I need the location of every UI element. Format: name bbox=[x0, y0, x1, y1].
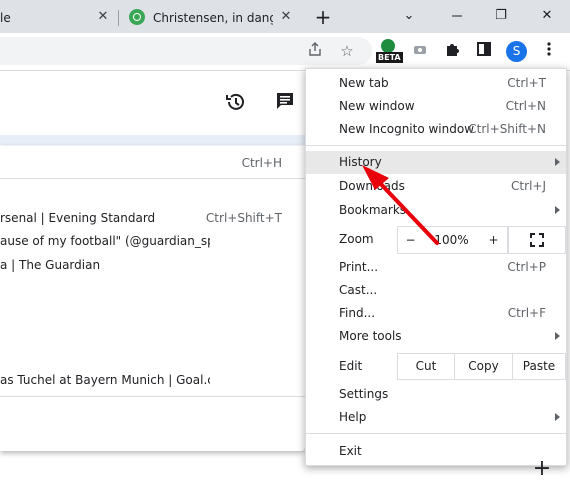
recent-tab-item[interactable]: a | The Guardian bbox=[0, 255, 305, 277]
tab[interactable]: le ✕ bbox=[0, 4, 118, 33]
history-full-item[interactable]: Ctrl+H bbox=[0, 153, 305, 175]
site-favicon-icon bbox=[129, 9, 145, 25]
add-button[interactable]: + bbox=[532, 458, 552, 480]
history-icon[interactable] bbox=[224, 91, 248, 115]
history-submenu: Ctrl+H rsenal | Evening Standard Ctrl+Sh… bbox=[0, 146, 305, 451]
submenu-arrow-icon bbox=[555, 413, 560, 421]
close-window-button[interactable]: ✕ bbox=[536, 5, 558, 27]
tab-search-chevron-icon[interactable]: ⌄ bbox=[398, 5, 420, 27]
submenu-label: rsenal | Evening Standard bbox=[0, 211, 156, 225]
menu-label: Exit bbox=[339, 444, 362, 458]
menu-shortcut: Ctrl+T bbox=[507, 76, 546, 90]
recent-tab-item[interactable]: rsenal | Evening Standard Ctrl+Shift+T bbox=[0, 208, 305, 230]
tab-title: le bbox=[0, 11, 11, 25]
menu-item-cast[interactable]: Cast... bbox=[306, 279, 566, 302]
edit-row: Edit Cut Copy Paste bbox=[306, 353, 566, 380]
side-panel-icon[interactable] bbox=[474, 41, 494, 61]
recent-tab-item[interactable]: ause of my football" (@guardian_spo... bbox=[0, 231, 305, 253]
divider bbox=[0, 178, 305, 179]
menu-item-more-tools[interactable]: More tools bbox=[306, 325, 566, 348]
menu-label: Find... bbox=[339, 306, 376, 320]
tab-title: Christensen, in danger bbox=[153, 11, 273, 25]
menu-label: Settings bbox=[339, 387, 389, 401]
media-icon[interactable] bbox=[410, 41, 430, 61]
menu-shortcut: Ctrl+J bbox=[511, 179, 546, 193]
bookmark-star-icon[interactable]: ☆ bbox=[337, 41, 357, 61]
menu-label: Downloads bbox=[339, 179, 405, 193]
paste-button[interactable]: Paste bbox=[512, 353, 566, 380]
menu-label: Bookmarks bbox=[339, 203, 407, 217]
divider bbox=[306, 145, 566, 146]
zoom-label: Zoom bbox=[339, 232, 374, 246]
extension-logo-icon bbox=[381, 39, 395, 53]
zoom-level: 100% bbox=[423, 226, 480, 254]
submenu-shortcut: Ctrl+H bbox=[241, 156, 282, 170]
recent-tab-item[interactable]: as Tuchel at Bayern Munich | Goal.co... bbox=[0, 370, 305, 392]
submenu-arrow-icon bbox=[555, 158, 560, 166]
restore-button[interactable]: ❐ bbox=[490, 5, 512, 27]
menu-label: More tools bbox=[339, 329, 402, 343]
menu-label: Help bbox=[339, 410, 367, 424]
tab-close-icon[interactable]: ✕ bbox=[94, 8, 112, 26]
menu-item-history[interactable]: History bbox=[306, 151, 566, 174]
menu-label: Print... bbox=[339, 260, 379, 274]
minimize-button[interactable] bbox=[446, 5, 468, 27]
extension-beta-icon[interactable]: BETA bbox=[376, 39, 403, 65]
zoom-in-button[interactable]: + bbox=[480, 226, 508, 254]
zoom-row: Zoom − 100% + bbox=[306, 226, 566, 254]
menu-shortcut: Ctrl+N bbox=[505, 99, 546, 113]
menu-item-new-window[interactable]: New window Ctrl+N bbox=[306, 95, 566, 118]
menu-shortcut: Ctrl+F bbox=[507, 306, 546, 320]
submenu-label: a | The Guardian bbox=[0, 258, 101, 272]
beta-badge: BETA bbox=[376, 52, 403, 63]
tab-close-icon[interactable]: ✕ bbox=[277, 8, 295, 26]
menu-item-downloads[interactable]: Downloads Ctrl+J bbox=[306, 175, 566, 198]
menu-shortcut: Ctrl+Shift+N bbox=[468, 122, 546, 136]
chrome-menu: New tab Ctrl+T New window Ctrl+N New Inc… bbox=[305, 68, 567, 466]
submenu-shortcut: Ctrl+Shift+T bbox=[205, 211, 282, 225]
page-header bbox=[0, 71, 305, 135]
menu-label: New tab bbox=[339, 76, 389, 90]
menu-item-exit[interactable]: Exit bbox=[306, 440, 566, 463]
menu-item-settings[interactable]: Settings bbox=[306, 383, 566, 406]
submenu-arrow-icon bbox=[555, 332, 560, 340]
new-tab-button[interactable]: + bbox=[312, 6, 334, 28]
menu-label: History bbox=[339, 155, 382, 169]
zoom-out-button[interactable]: − bbox=[397, 226, 423, 254]
menu-label: New Incognito window bbox=[339, 122, 475, 136]
menu-item-bookmarks[interactable]: Bookmarks bbox=[306, 199, 566, 222]
menu-label: Cast... bbox=[339, 283, 378, 297]
extensions-puzzle-icon[interactable] bbox=[442, 41, 462, 61]
profile-avatar[interactable]: S bbox=[506, 41, 527, 62]
fullscreen-icon[interactable] bbox=[508, 226, 566, 254]
copy-button[interactable]: Copy bbox=[454, 353, 512, 380]
menu-shortcut: Ctrl+P bbox=[507, 260, 546, 274]
cut-button[interactable]: Cut bbox=[397, 353, 454, 380]
kebab-menu-icon[interactable] bbox=[539, 41, 559, 61]
menu-item-find[interactable]: Find... Ctrl+F bbox=[306, 302, 566, 325]
submenu-label: ause of my football" (@guardian_spo... bbox=[0, 234, 210, 248]
submenu-label: as Tuchel at Bayern Munich | Goal.co... bbox=[0, 373, 210, 387]
feedback-icon[interactable] bbox=[273, 91, 297, 115]
tab-strip: le ✕ Christensen, in danger ✕ + ⌄ ❐ ✕ bbox=[0, 0, 570, 33]
page-band bbox=[0, 135, 305, 145]
submenu-arrow-icon bbox=[555, 206, 560, 214]
divider bbox=[306, 433, 566, 434]
menu-item-help[interactable]: Help bbox=[306, 406, 566, 429]
toolbar: ☆ BETA S bbox=[0, 33, 570, 71]
edit-label: Edit bbox=[339, 359, 363, 373]
menu-label: New window bbox=[339, 99, 415, 113]
divider bbox=[0, 396, 305, 397]
menu-item-new-tab[interactable]: New tab Ctrl+T bbox=[306, 72, 566, 95]
tab-separator bbox=[118, 10, 119, 26]
menu-item-print[interactable]: Print... Ctrl+P bbox=[306, 256, 566, 279]
tab[interactable]: Christensen, in danger ✕ bbox=[121, 4, 301, 33]
menu-item-new-incognito[interactable]: New Incognito window Ctrl+Shift+N bbox=[306, 118, 566, 141]
share-icon[interactable] bbox=[305, 41, 325, 61]
